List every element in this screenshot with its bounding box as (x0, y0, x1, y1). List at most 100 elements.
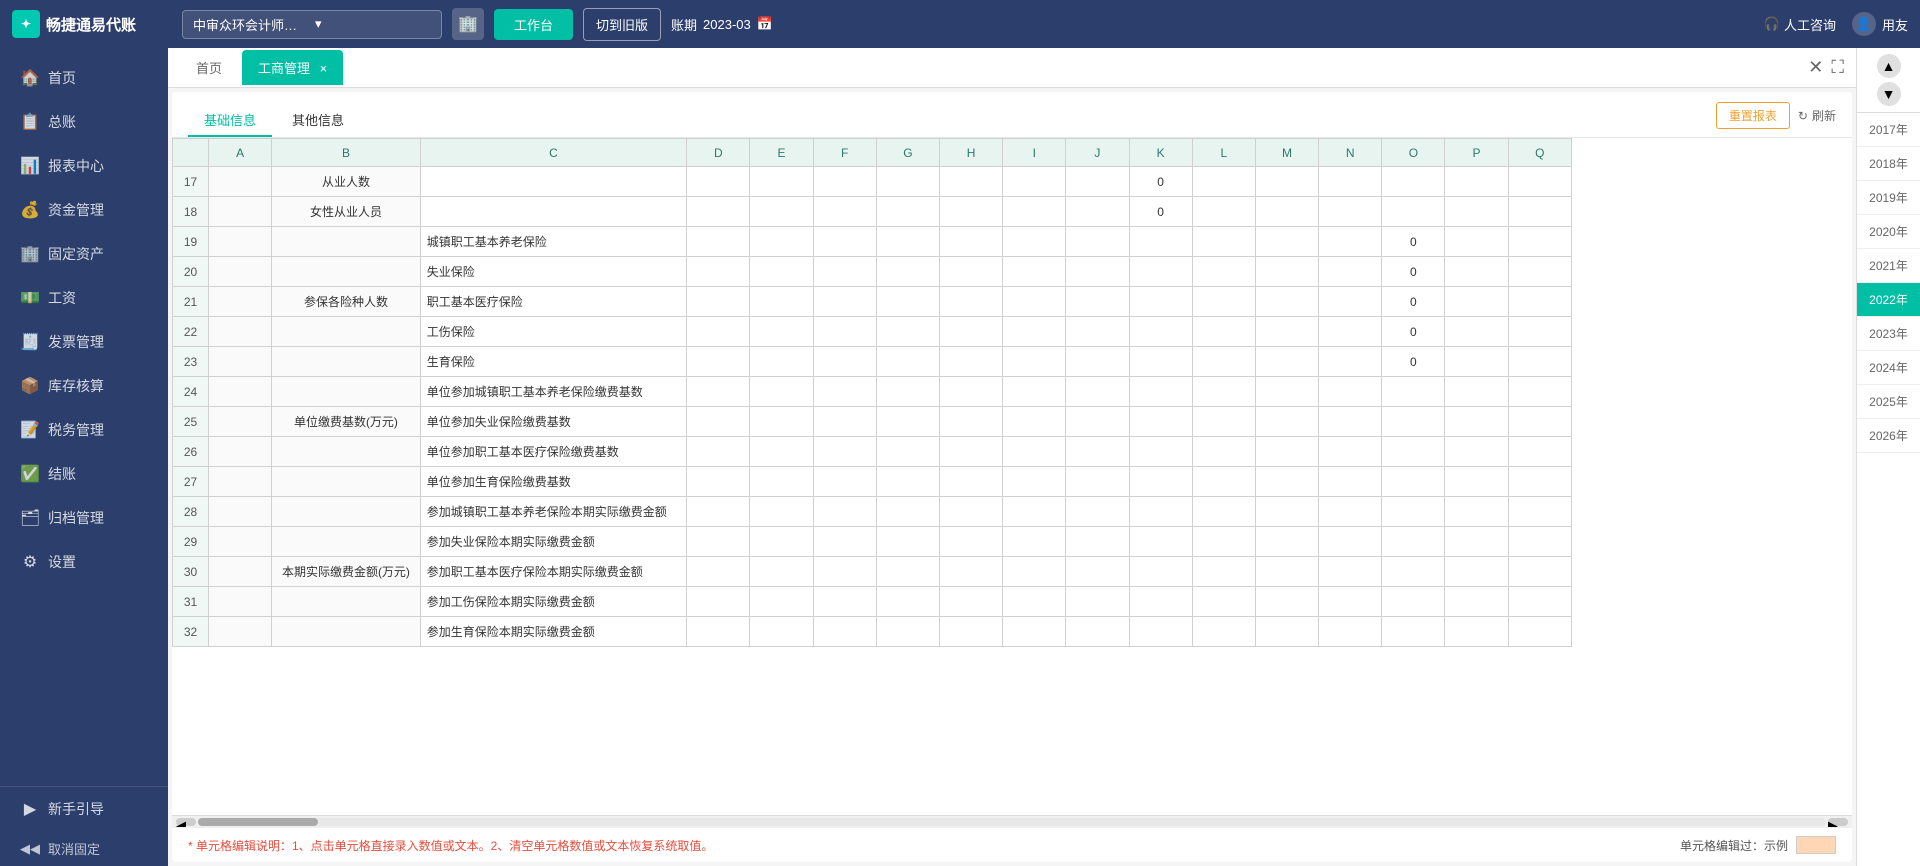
cell-M[interactable] (1255, 317, 1318, 347)
cell-Q[interactable] (1508, 527, 1571, 557)
cell-P[interactable] (1445, 557, 1508, 587)
cell-B[interactable] (272, 347, 421, 377)
cell-C[interactable]: 单位参加城镇职工基本养老保险缴费基数 (420, 377, 687, 407)
cell-L[interactable] (1192, 167, 1255, 197)
cell-B[interactable]: 女性从业人员 (272, 197, 421, 227)
cell-L[interactable] (1192, 257, 1255, 287)
cell-C[interactable]: 单位参加职工基本医疗保险缴费基数 (420, 437, 687, 467)
cell-L[interactable] (1192, 437, 1255, 467)
sidebar-item-archive[interactable]: 🗂 归档管理 (0, 496, 168, 540)
cell-P[interactable] (1445, 257, 1508, 287)
cell-Q[interactable] (1508, 257, 1571, 287)
cell-M[interactable] (1255, 227, 1318, 257)
cell-G[interactable] (876, 317, 939, 347)
cell-E[interactable] (750, 377, 813, 407)
sidebar-item-home[interactable]: 🏠 首页 (0, 56, 168, 100)
cell-Q[interactable] (1508, 617, 1571, 647)
cell-M[interactable] (1255, 437, 1318, 467)
tab-business[interactable]: 工商管理 × (242, 50, 343, 85)
cell-O[interactable] (1382, 467, 1445, 497)
refresh-button[interactable]: ↻ 刷新 (1798, 107, 1836, 124)
cell-J[interactable] (1066, 317, 1129, 347)
cell-B[interactable] (272, 437, 421, 467)
cell-F[interactable] (813, 557, 876, 587)
cell-D[interactable] (687, 407, 750, 437)
cell-E[interactable] (750, 527, 813, 557)
cell-C[interactable]: 单位参加生育保险缴费基数 (420, 467, 687, 497)
cell-E[interactable] (750, 437, 813, 467)
cell-D[interactable] (687, 287, 750, 317)
year-item[interactable]: 2024年 (1857, 351, 1920, 385)
cell-C[interactable]: 生育保险 (420, 347, 687, 377)
cell-K[interactable] (1129, 437, 1192, 467)
cell-O[interactable] (1382, 167, 1445, 197)
cell-B[interactable]: 本期实际缴费金额(万元) (272, 557, 421, 587)
cell-P[interactable] (1445, 167, 1508, 197)
expand-icon[interactable]: ⛶ (1831, 57, 1844, 78)
cell-H[interactable] (939, 167, 1002, 197)
cell-I[interactable] (1003, 527, 1066, 557)
cell-B[interactable]: 从业人数 (272, 167, 421, 197)
cell-O[interactable]: 0 (1382, 317, 1445, 347)
cell-P[interactable] (1445, 497, 1508, 527)
cell-P[interactable] (1445, 287, 1508, 317)
cell-H[interactable] (939, 287, 1002, 317)
sidebar-item-settings[interactable]: ⚙ 设置 (0, 540, 168, 584)
cell-N[interactable] (1319, 257, 1382, 287)
h-scroll-track[interactable] (198, 818, 1826, 826)
sidebar-item-inventory[interactable]: 📦 库存核算 (0, 364, 168, 408)
cell-G[interactable] (876, 497, 939, 527)
cell-O[interactable] (1382, 437, 1445, 467)
cell-D[interactable] (687, 497, 750, 527)
cell-F[interactable] (813, 587, 876, 617)
cell-D[interactable] (687, 167, 750, 197)
sidebar-item-newuser[interactable]: ▶ 新手引导 (0, 787, 168, 831)
cell-Q[interactable] (1508, 437, 1571, 467)
cell-B[interactable] (272, 617, 421, 647)
cell-Q[interactable] (1508, 197, 1571, 227)
cell-P[interactable] (1445, 527, 1508, 557)
cell-I[interactable] (1003, 587, 1066, 617)
cell-A[interactable] (209, 467, 272, 497)
cell-N[interactable] (1319, 467, 1382, 497)
cell-A[interactable] (209, 317, 272, 347)
cell-G[interactable] (876, 227, 939, 257)
year-item[interactable]: 2025年 (1857, 385, 1920, 419)
cell-L[interactable] (1192, 497, 1255, 527)
cell-H[interactable] (939, 377, 1002, 407)
cell-G[interactable] (876, 197, 939, 227)
cell-D[interactable] (687, 347, 750, 377)
calendar-icon[interactable]: 📅 (757, 16, 773, 32)
cell-O[interactable]: 0 (1382, 227, 1445, 257)
cell-N[interactable] (1319, 377, 1382, 407)
cell-G[interactable] (876, 587, 939, 617)
cell-C[interactable]: 失业保险 (420, 257, 687, 287)
cell-Q[interactable] (1508, 497, 1571, 527)
cell-N[interactable] (1319, 587, 1382, 617)
cell-D[interactable] (687, 227, 750, 257)
cell-P[interactable] (1445, 377, 1508, 407)
cell-J[interactable] (1066, 527, 1129, 557)
cell-A[interactable] (209, 227, 272, 257)
cell-M[interactable] (1255, 347, 1318, 377)
cell-D[interactable] (687, 587, 750, 617)
cell-G[interactable] (876, 617, 939, 647)
cell-L[interactable] (1192, 587, 1255, 617)
cell-A[interactable] (209, 287, 272, 317)
cell-I[interactable] (1003, 377, 1066, 407)
sidebar-item-settle[interactable]: ✅ 结账 (0, 452, 168, 496)
cell-I[interactable] (1003, 167, 1066, 197)
cell-I[interactable] (1003, 407, 1066, 437)
cell-I[interactable] (1003, 197, 1066, 227)
cell-J[interactable] (1066, 377, 1129, 407)
cell-I[interactable] (1003, 347, 1066, 377)
cell-F[interactable] (813, 227, 876, 257)
cell-K[interactable] (1129, 287, 1192, 317)
cell-A[interactable] (209, 437, 272, 467)
cell-F[interactable] (813, 407, 876, 437)
cell-H[interactable] (939, 227, 1002, 257)
cell-M[interactable] (1255, 167, 1318, 197)
cell-C[interactable]: 参加城镇职工基本养老保险本期实际缴费金额 (420, 497, 687, 527)
cell-B[interactable] (272, 527, 421, 557)
sidebar-item-invoice[interactable]: 🧾 发票管理 (0, 320, 168, 364)
